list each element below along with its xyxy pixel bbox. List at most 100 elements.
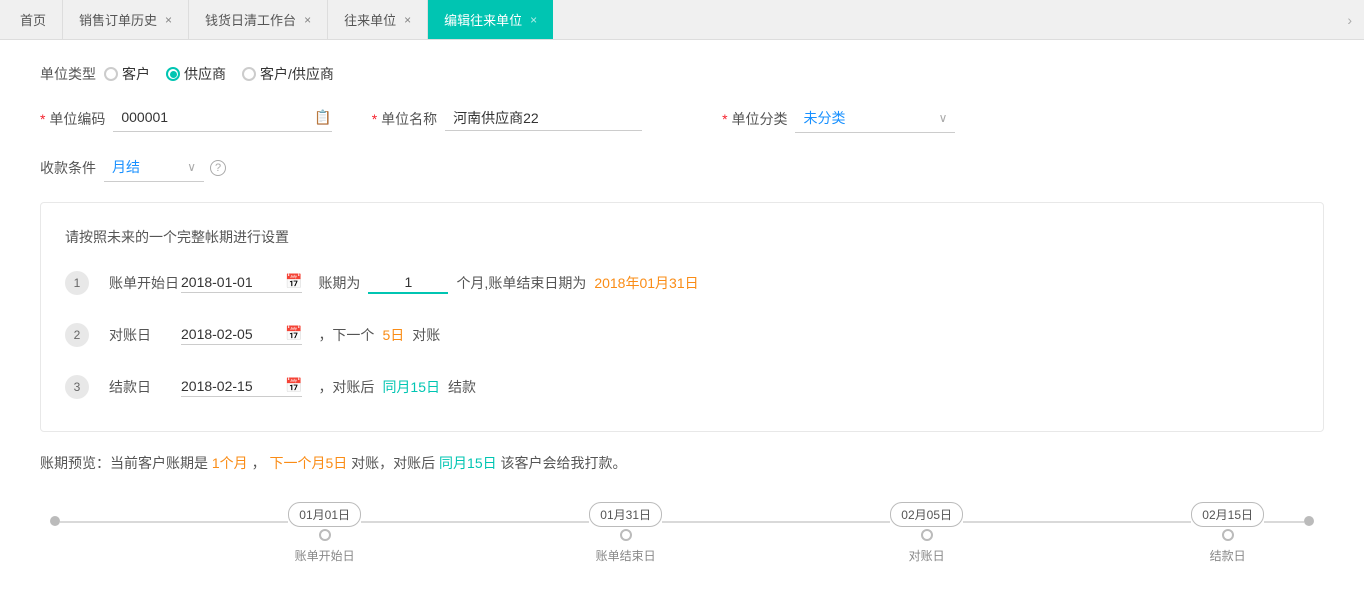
suffix-after-1: 个月,账单结束日期为 <box>456 273 586 293</box>
timeline-line-1 <box>60 521 288 523</box>
tab-cash-work[interactable]: 钱货日清工作台 × <box>189 0 328 39</box>
unit-category-field: 单位分类 未分类 ∨ <box>722 104 955 133</box>
payment-field: 收款条件 月结 ∨ ? <box>40 153 226 182</box>
period-highlight-2: 5日 <box>382 325 404 345</box>
period-num-1: 1 <box>65 271 89 295</box>
period-row-3: 3 结款日 📅 ，对账后 同月15日 结款 <box>65 375 1299 399</box>
timeline-node-3: 02月05日 对账日 <box>890 502 963 564</box>
timeline-end <box>1264 502 1314 526</box>
close-tab-edit-partner[interactable]: × <box>530 13 537 27</box>
suffix-before-1: 账期为 <box>318 273 360 293</box>
node-sublabel-3: 对账日 <box>909 547 945 564</box>
unit-type-label: 单位类型 <box>40 64 96 84</box>
unit-type-field: 单位类型 客户 供应商 客户/供应商 <box>40 64 334 84</box>
code-name-category-row: 单位编码 📋 单位名称 单位分类 未分类 ∨ <box>40 104 1324 133</box>
node-dot-3 <box>921 529 933 541</box>
timeline-node-1: 01月01日 账单开始日 <box>288 502 361 564</box>
radio-both[interactable]: 客户/供应商 <box>242 64 334 84</box>
period-label-1: 账单开始日 <box>109 273 169 293</box>
timeline-segment-3: 02月05日 对账日 <box>662 502 963 564</box>
preview-text: 账期预览：当前客户账期是 1个月 ， 下一个月5日 对账，对账后 同月15日 该… <box>40 452 1324 474</box>
unit-code-label: 单位编码 <box>40 109 105 129</box>
close-tab-sales-history[interactable]: × <box>165 13 172 27</box>
section-title: 请按照未来的一个完整帐期进行设置 <box>65 227 1299 247</box>
timeline-line-2 <box>361 521 589 523</box>
radio-circle-supplier <box>166 67 180 81</box>
unit-name-field: 单位名称 <box>372 106 642 131</box>
date-field-3[interactable] <box>181 378 281 394</box>
node-label-1: 01月01日 <box>288 502 361 527</box>
unit-type-row: 单位类型 客户 供应商 客户/供应商 <box>40 64 1324 84</box>
date-field-2[interactable] <box>181 326 281 342</box>
calendar-icon-2[interactable]: 📅 <box>285 325 302 342</box>
payment-value: 月结 <box>112 157 179 177</box>
node-label-3: 02月05日 <box>890 502 963 527</box>
timeline-start <box>50 502 60 526</box>
timeline-segment-4: 02月15日 结款日 <box>963 502 1264 564</box>
date-field-1[interactable] <box>181 274 281 290</box>
timeline-line-4 <box>963 521 1191 523</box>
preview-part1: 1个月 <box>212 455 248 471</box>
timeline-segment-2: 01月31日 账单结束日 <box>361 502 662 564</box>
timeline-start-dot <box>50 516 60 526</box>
chevron-down-icon: ∨ <box>939 111 948 125</box>
payment-label: 收款条件 <box>40 158 96 178</box>
unit-code-input-wrap: 📋 <box>113 105 331 132</box>
unit-code-field: 单位编码 📋 <box>40 105 332 132</box>
help-icon[interactable]: ? <box>210 160 226 176</box>
unit-name-label: 单位名称 <box>372 109 437 129</box>
unit-category-label: 单位分类 <box>722 109 787 129</box>
timeline-end-line <box>1264 521 1304 523</box>
radio-supplier[interactable]: 供应商 <box>166 64 226 84</box>
node-dot-4 <box>1222 529 1234 541</box>
period-highlight-1: 2018年01月31日 <box>594 273 698 293</box>
tab-home[interactable]: 首页 <box>0 0 63 39</box>
node-label-2: 01月31日 <box>589 502 662 527</box>
period-section: 请按照未来的一个完整帐期进行设置 1 账单开始日 📅 账期为 个月,账单结束日期… <box>40 202 1324 432</box>
period-value-input[interactable] <box>368 272 448 294</box>
date-input-1: 📅 <box>181 273 302 293</box>
period-row-1: 1 账单开始日 📅 账期为 个月,账单结束日期为 2018年01月31日 <box>65 271 1299 295</box>
date-input-3: 📅 <box>181 377 302 397</box>
prefix-3: ，对账后 <box>318 377 374 397</box>
chevron-down-icon-payment: ∨ <box>187 160 196 174</box>
unit-category-value: 未分类 <box>803 108 930 128</box>
unit-code-input[interactable] <box>113 105 310 129</box>
tab-edit-partner[interactable]: 编辑往来单位 × <box>428 0 553 39</box>
node-sublabel-2: 账单结束日 <box>596 547 656 564</box>
tab-partner[interactable]: 往来单位 × <box>328 0 428 39</box>
period-label-2: 对账日 <box>109 325 169 345</box>
copy-icon[interactable]: 📋 <box>314 109 331 126</box>
unit-name-input[interactable] <box>445 106 642 131</box>
close-tab-partner[interactable]: × <box>404 13 411 27</box>
date-input-2: 📅 <box>181 325 302 345</box>
period-num-3: 3 <box>65 375 89 399</box>
preview-part2: 下一个月5日 <box>269 455 347 471</box>
period-highlight-3: 同月15日 <box>382 377 440 397</box>
radio-customer[interactable]: 客户 <box>104 64 150 84</box>
calendar-icon-1[interactable]: 📅 <box>285 273 302 290</box>
period-row-2: 2 对账日 📅 ，下一个 5日 对账 <box>65 323 1299 347</box>
suffix-2: 对账 <box>412 325 440 345</box>
node-sublabel-4: 结款日 <box>1210 547 1246 564</box>
timeline-end-dot <box>1304 516 1314 526</box>
payment-row: 收款条件 月结 ∨ ? <box>40 153 1324 182</box>
node-dot-1 <box>319 529 331 541</box>
timeline-node-2: 01月31日 账单结束日 <box>589 502 662 564</box>
timeline-node-4: 02月15日 结款日 <box>1191 502 1264 564</box>
suffix-3: 结款 <box>448 377 476 397</box>
period-num-2: 2 <box>65 323 89 347</box>
payment-dropdown[interactable]: 月结 ∨ <box>104 153 204 182</box>
tab-expand-icon[interactable]: › <box>1335 12 1364 28</box>
node-dot-2 <box>620 529 632 541</box>
node-sublabel-1: 账单开始日 <box>295 547 355 564</box>
timeline-segment-1: 01月01日 账单开始日 <box>60 502 361 564</box>
calendar-icon-3[interactable]: 📅 <box>285 377 302 394</box>
unit-category-dropdown[interactable]: 未分类 ∨ <box>795 104 955 133</box>
preview-part3: 同月15日 <box>439 455 497 471</box>
prefix-2: ，下一个 <box>318 325 374 345</box>
close-tab-cash-work[interactable]: × <box>304 13 311 27</box>
node-label-4: 02月15日 <box>1191 502 1264 527</box>
unit-type-radio-group: 客户 供应商 客户/供应商 <box>104 64 334 84</box>
tab-sales-history[interactable]: 销售订单历史 × <box>63 0 189 39</box>
